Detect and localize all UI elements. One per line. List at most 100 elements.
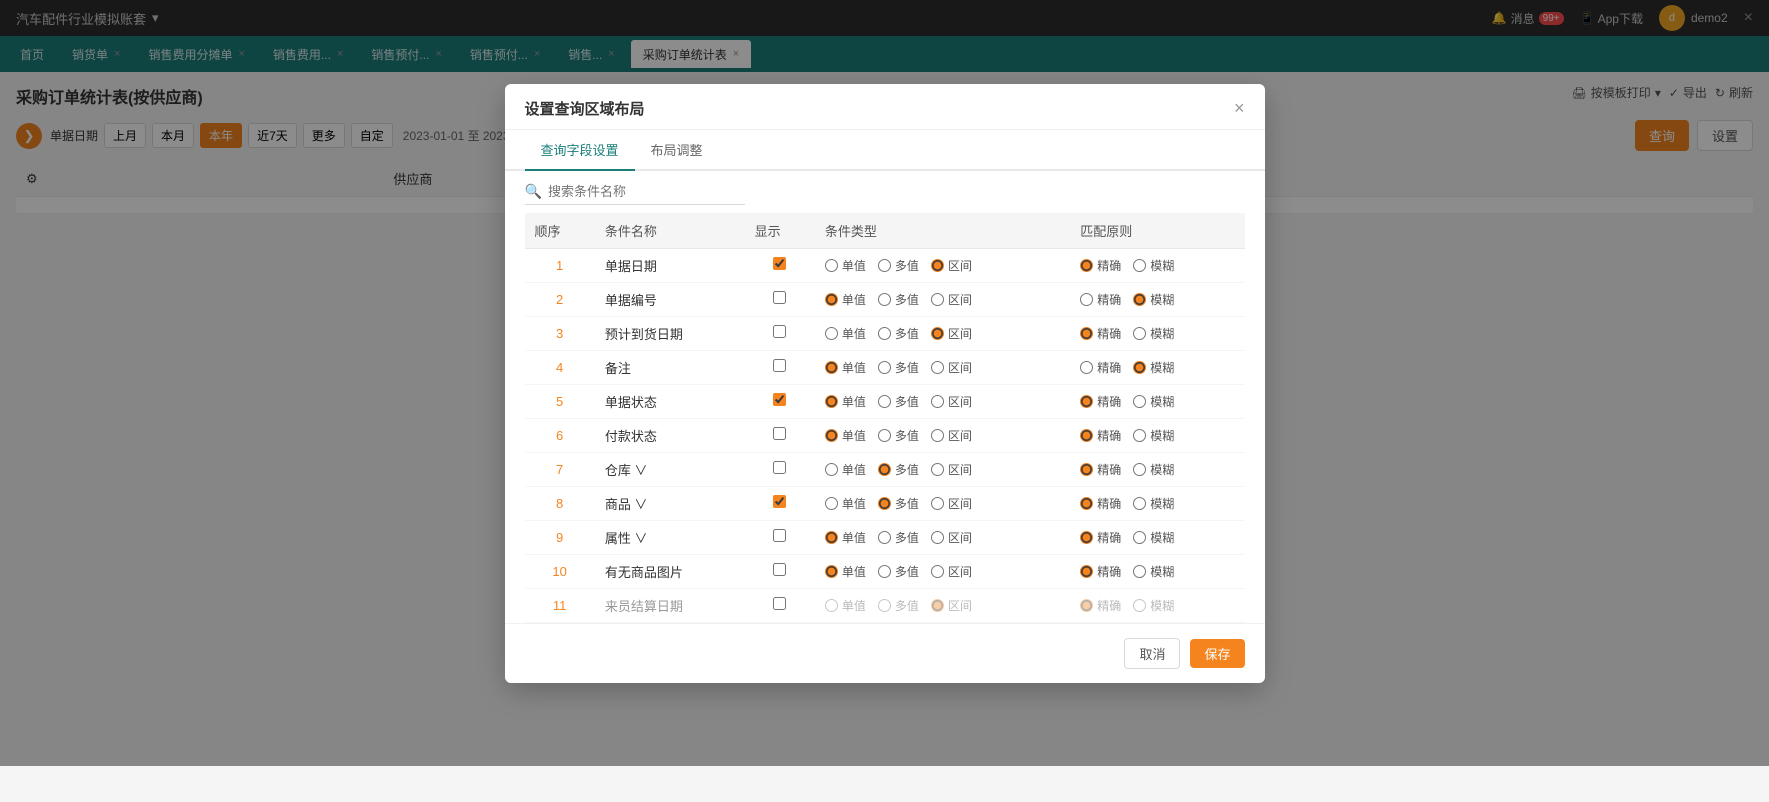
type-radio-range[interactable]: 区间: [931, 393, 972, 410]
type-radio-single[interactable]: 单值: [825, 393, 866, 410]
match-radio-exact[interactable]: 精确: [1080, 427, 1121, 444]
type-radio-multi[interactable]: 多值: [878, 393, 919, 410]
row-match-cell: 精确模糊: [1070, 486, 1244, 520]
match-radio-exact[interactable]: 精确: [1080, 461, 1121, 478]
cancel-button[interactable]: 取消: [1124, 638, 1180, 669]
match-radio-exact[interactable]: 精确: [1080, 597, 1121, 614]
type-radio-multi[interactable]: 多值: [878, 359, 919, 376]
row-match-cell: 精确模糊: [1070, 418, 1244, 452]
show-checkbox[interactable]: [773, 359, 786, 372]
row-condition-name: 付款状态: [595, 418, 745, 452]
type-radio-multi[interactable]: 多值: [878, 291, 919, 308]
row-order: 7: [525, 452, 595, 486]
match-radio-fuzzy[interactable]: 模糊: [1133, 495, 1174, 512]
type-radio-range[interactable]: 区间: [931, 325, 972, 342]
row-condition-name: 有无商品图片: [595, 554, 745, 588]
type-radio-single[interactable]: 单值: [825, 359, 866, 376]
col-order: 顺序: [525, 213, 595, 249]
show-checkbox[interactable]: [773, 325, 786, 338]
row-type-cell: 单值多值区间: [815, 452, 1070, 486]
row-show-cell: [745, 588, 815, 622]
col-type: 条件类型: [815, 213, 1070, 249]
show-checkbox[interactable]: [773, 427, 786, 440]
match-radio-exact[interactable]: 精确: [1080, 359, 1121, 376]
modal-table-row: 3预计到货日期单值多值区间精确模糊: [525, 316, 1245, 350]
row-show-cell: [745, 486, 815, 520]
type-radio-single[interactable]: 单值: [825, 597, 866, 614]
show-checkbox[interactable]: [773, 461, 786, 474]
row-order: 6: [525, 418, 595, 452]
type-radio-range[interactable]: 区间: [931, 257, 972, 274]
type-radio-multi[interactable]: 多值: [878, 495, 919, 512]
type-radio-single[interactable]: 单值: [825, 291, 866, 308]
show-checkbox[interactable]: [773, 393, 786, 406]
search-wrapper: 🔍: [525, 183, 745, 205]
type-radio-multi[interactable]: 多值: [878, 257, 919, 274]
row-show-cell: [745, 316, 815, 350]
show-checkbox[interactable]: [773, 495, 786, 508]
modal-table-row: 7仓库 ∨单值多值区间精确模糊: [525, 452, 1245, 486]
match-radio-exact[interactable]: 精确: [1080, 291, 1121, 308]
row-type-cell: 单值多值区间: [815, 418, 1070, 452]
type-radio-multi[interactable]: 多值: [878, 529, 919, 546]
match-radio-fuzzy[interactable]: 模糊: [1133, 359, 1174, 376]
show-checkbox[interactable]: [773, 257, 786, 270]
show-checkbox[interactable]: [773, 597, 786, 610]
search-input[interactable]: [542, 184, 745, 199]
show-checkbox[interactable]: [773, 529, 786, 542]
type-radio-single[interactable]: 单值: [825, 529, 866, 546]
match-radio-fuzzy[interactable]: 模糊: [1133, 427, 1174, 444]
match-radio-fuzzy[interactable]: 模糊: [1133, 597, 1174, 614]
row-order: 4: [525, 350, 595, 384]
type-radio-single[interactable]: 单值: [825, 325, 866, 342]
match-radio-exact[interactable]: 精确: [1080, 529, 1121, 546]
tab-layout-label: 布局调整: [651, 143, 703, 158]
type-radio-multi[interactable]: 多值: [878, 427, 919, 444]
match-radio-fuzzy[interactable]: 模糊: [1133, 291, 1174, 308]
tab-layout[interactable]: 布局调整: [635, 130, 719, 171]
type-radio-range[interactable]: 区间: [931, 495, 972, 512]
type-radio-multi[interactable]: 多值: [878, 597, 919, 614]
match-radio-exact[interactable]: 精确: [1080, 325, 1121, 342]
row-show-cell: [745, 350, 815, 384]
match-radio-fuzzy[interactable]: 模糊: [1133, 529, 1174, 546]
type-radio-multi[interactable]: 多值: [878, 461, 919, 478]
modal-close-button[interactable]: ×: [1234, 98, 1245, 119]
match-radio-fuzzy[interactable]: 模糊: [1133, 461, 1174, 478]
row-type-cell: 单值多值区间: [815, 520, 1070, 554]
modal-table-row: 9属性 ∨单值多值区间精确模糊: [525, 520, 1245, 554]
type-radio-range[interactable]: 区间: [931, 291, 972, 308]
type-radio-single[interactable]: 单值: [825, 563, 866, 580]
search-icon: 🔍: [525, 183, 542, 200]
type-radio-multi[interactable]: 多值: [878, 325, 919, 342]
type-radio-single[interactable]: 单值: [825, 257, 866, 274]
type-radio-single[interactable]: 单值: [825, 427, 866, 444]
tab-query-fields[interactable]: 查询字段设置: [525, 130, 635, 171]
modal-overlay: 设置查询区域布局 × 查询字段设置 布局调整 🔍 顺序: [0, 0, 1769, 766]
match-radio-fuzzy[interactable]: 模糊: [1133, 563, 1174, 580]
row-type-cell: 单值多值区间: [815, 554, 1070, 588]
show-checkbox[interactable]: [773, 291, 786, 304]
type-radio-range[interactable]: 区间: [931, 359, 972, 376]
match-radio-fuzzy[interactable]: 模糊: [1133, 257, 1174, 274]
type-radio-multi[interactable]: 多值: [878, 563, 919, 580]
modal-tabs: 查询字段设置 布局调整: [505, 130, 1265, 171]
match-radio-exact[interactable]: 精确: [1080, 495, 1121, 512]
match-radio-fuzzy[interactable]: 模糊: [1133, 325, 1174, 342]
match-radio-exact[interactable]: 精确: [1080, 563, 1121, 580]
save-button[interactable]: 保存: [1190, 639, 1244, 668]
type-radio-range[interactable]: 区间: [931, 597, 972, 614]
type-radio-single[interactable]: 单值: [825, 461, 866, 478]
type-radio-range[interactable]: 区间: [931, 563, 972, 580]
type-radio-range[interactable]: 区间: [931, 529, 972, 546]
match-radio-exact[interactable]: 精确: [1080, 393, 1121, 410]
row-show-cell: [745, 452, 815, 486]
type-radio-range[interactable]: 区间: [931, 461, 972, 478]
row-match-cell: 精确模糊: [1070, 282, 1244, 316]
col-name: 条件名称: [595, 213, 745, 249]
match-radio-exact[interactable]: 精确: [1080, 257, 1121, 274]
show-checkbox[interactable]: [773, 563, 786, 576]
match-radio-fuzzy[interactable]: 模糊: [1133, 393, 1174, 410]
type-radio-range[interactable]: 区间: [931, 427, 972, 444]
type-radio-single[interactable]: 单值: [825, 495, 866, 512]
